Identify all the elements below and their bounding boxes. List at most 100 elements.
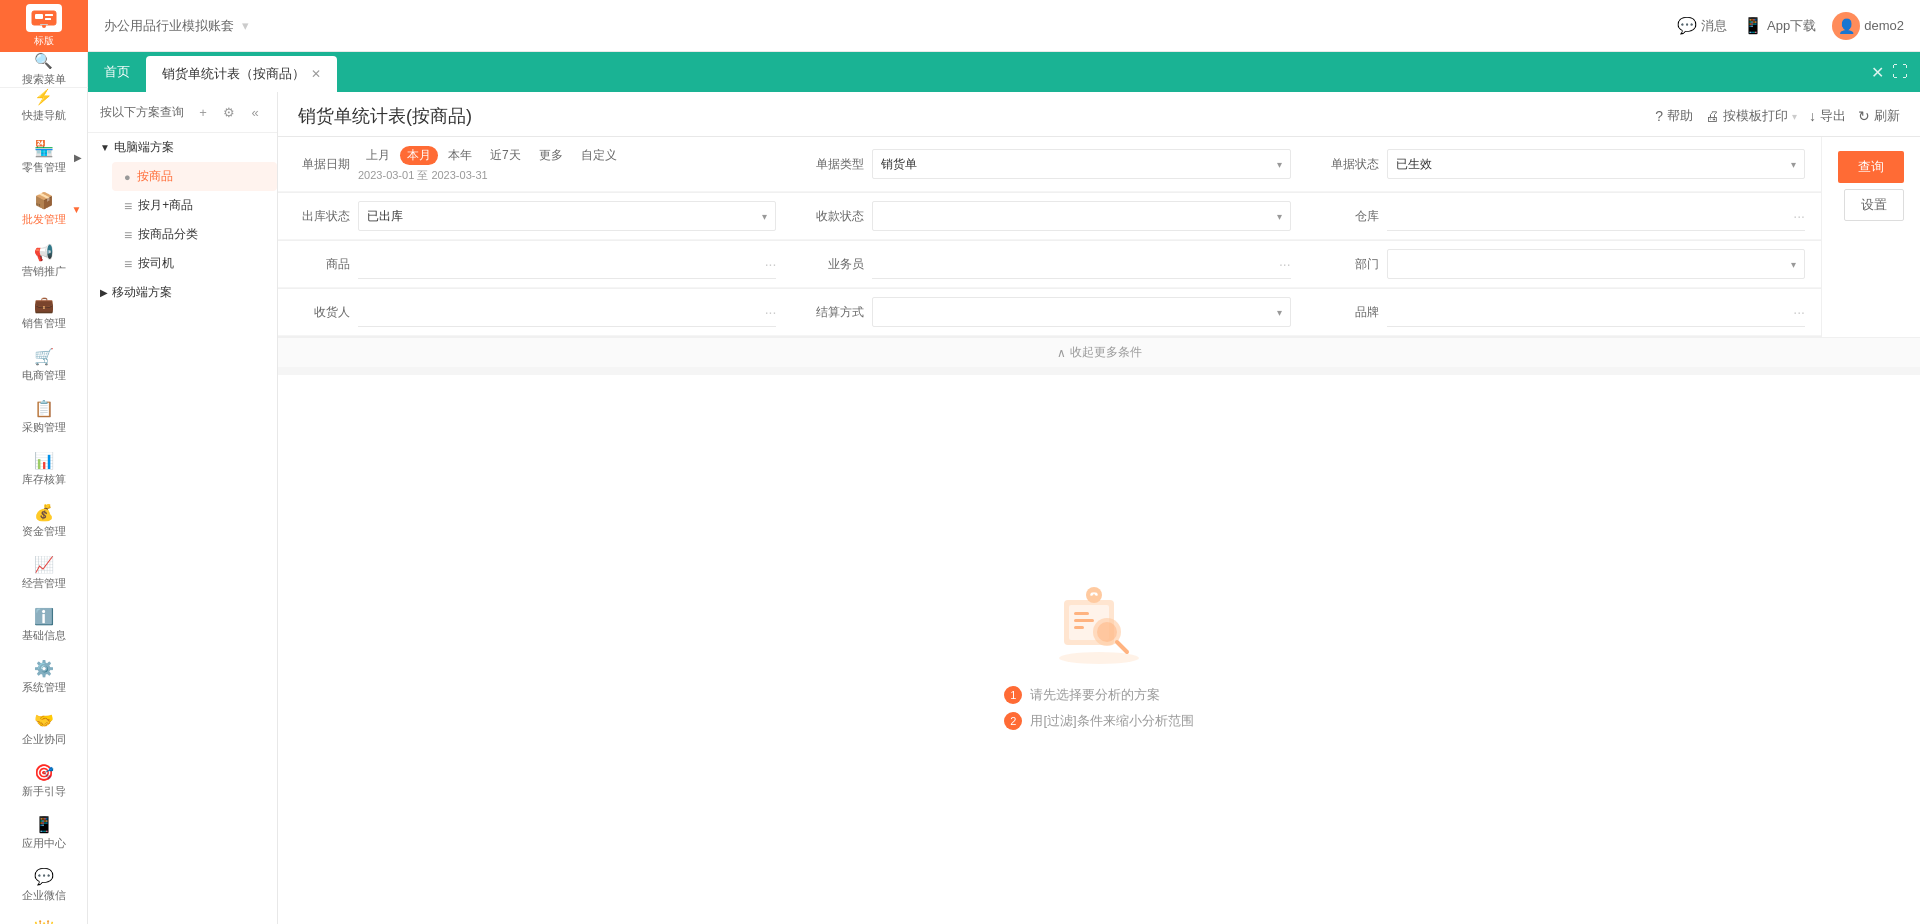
salesperson-control: ··· (872, 249, 1290, 279)
sidebar-item-sales[interactable]: 💼 销售管理 (0, 287, 88, 339)
salesperson-input[interactable]: ··· (872, 249, 1290, 279)
sidebar-item-wechat[interactable]: 💬 企业微信 (0, 859, 88, 911)
brand-dots-icon[interactable]: ··· (1793, 304, 1805, 320)
warehouse-label: 仓库 (1323, 208, 1387, 225)
add-scheme-button[interactable]: + (193, 102, 213, 122)
close-tab-icon[interactable]: ✕ (1871, 63, 1884, 82)
retail-icon: 🏪 (34, 139, 54, 158)
desktop-group-header[interactable]: ▼ 电脑端方案 (88, 133, 277, 162)
dropdown-arrow-icon[interactable]: ▾ (242, 18, 249, 33)
left-panel-actions: + ⚙ « (193, 102, 265, 122)
last-7-days-btn[interactable]: 近7天 (482, 145, 529, 166)
refresh-button[interactable]: ↻ 刷新 (1858, 107, 1900, 125)
filter-cell-consignee: 收货人 ··· (278, 289, 792, 336)
settings-button[interactable]: 设置 (1844, 189, 1904, 221)
warehouse-status-select[interactable]: 已出库 ▾ (358, 201, 776, 231)
tab-report[interactable]: 销货单统计表（按商品） ✕ (146, 56, 337, 92)
svg-rect-5 (40, 24, 48, 25)
wh-status-arrow-icon: ▾ (762, 211, 767, 222)
consignee-control: ··· (358, 297, 776, 327)
sidebar-item-wholesale[interactable]: 📦 批发管理 ▼ (0, 183, 88, 235)
tab-home[interactable]: 首页 (88, 52, 146, 92)
sidebar-item-ecommerce[interactable]: 🛒 电商管理 (0, 339, 88, 391)
warehouse-dots-icon[interactable]: ··· (1793, 208, 1805, 224)
user-menu[interactable]: 👤 demo2 (1832, 12, 1904, 40)
message-button[interactable]: 💬 消息 (1677, 16, 1727, 35)
avatar: 👤 (1832, 12, 1860, 40)
sidebar: 标版 🔍 搜索菜单 ⚡ 快捷导航 🏪 零售管理 ▶ 📦 批发管理 ▼ 📢 营销推… (0, 0, 88, 924)
brand-input[interactable]: ··· (1387, 297, 1805, 327)
department-select[interactable]: ▾ (1387, 249, 1805, 279)
doc-status-arrow-icon: ▾ (1791, 159, 1796, 170)
basic-icon: ℹ️ (34, 607, 54, 626)
sidebar-item-system[interactable]: ⚙️ 系统管理 (0, 651, 88, 703)
page-header: 销货单统计表(按商品) ? 帮助 🖨 按模板打印 ▾ ↓ 导出 (278, 92, 1920, 137)
doc-type-select[interactable]: 销货单 ▾ (872, 149, 1290, 179)
settlement-arrow-icon: ▾ (1277, 307, 1282, 318)
query-button[interactable]: 查询 (1838, 151, 1904, 183)
sidebar-item-guide[interactable]: 🎯 新手引导 (0, 755, 88, 807)
chevron-right-icon: ▶ (74, 152, 82, 163)
filter-cell-salesperson: 业务员 ··· (792, 241, 1306, 288)
sidebar-item-basic[interactable]: ℹ️ 基础信息 (0, 599, 88, 651)
sidebar-item-cooperation[interactable]: 🤝 企业协同 (0, 703, 88, 755)
app-download-button[interactable]: 📱 App下载 (1743, 16, 1816, 35)
consignee-dots-icon[interactable]: ··· (765, 304, 777, 320)
purchase-icon: 📋 (34, 399, 54, 418)
sidebar-item-app-center[interactable]: 📱 应用中心 (0, 807, 88, 859)
product-dots-icon[interactable]: ··· (765, 256, 777, 272)
sidebar-item-member[interactable]: 👑 畅会员 (0, 911, 88, 924)
svg-point-15 (1086, 587, 1102, 603)
more-btn[interactable]: 更多 (531, 145, 571, 166)
empty-tips: 1 请先选择要分析的方案 2 用[过滤]条件来缩小分析范围 (1004, 686, 1193, 730)
app-logo: 标版 (0, 0, 88, 52)
last-month-btn[interactable]: 上月 (358, 145, 398, 166)
warehouse-input[interactable]: ··· (1387, 201, 1805, 231)
consignee-input[interactable]: ··· (358, 297, 776, 327)
maximize-icon[interactable]: ⛶ (1892, 63, 1908, 81)
date-label: 单据日期 (294, 156, 358, 173)
mobile-group-header[interactable]: ▶ 移动端方案 (88, 278, 277, 307)
sidebar-item-quick-nav[interactable]: ⚡ 快捷导航 (0, 88, 88, 123)
filter-cell-department: 部门 ▾ (1307, 241, 1821, 288)
sidebar-item-marketing[interactable]: 📢 营销推广 (0, 235, 88, 287)
filter-cell-brand: 品牌 ··· (1307, 289, 1821, 336)
content-area: 按以下方案查询 + ⚙ « ▼ 电脑端方案 (88, 92, 1920, 924)
expand-arrow-icon: ▶ (100, 287, 108, 298)
sidebar-item-inventory[interactable]: 📊 库存核算 (0, 443, 88, 495)
this-year-btn[interactable]: 本年 (440, 145, 480, 166)
payment-status-select[interactable]: ▾ (872, 201, 1290, 231)
custom-btn[interactable]: 自定义 (573, 145, 625, 166)
collapse-bar[interactable]: ∧ 收起更多条件 (278, 337, 1920, 367)
filter-cell-payment-status: 收款状态 ▾ (792, 193, 1306, 240)
settlement-select[interactable]: ▾ (872, 297, 1290, 327)
sidebar-item-retail[interactable]: 🏪 零售管理 ▶ (0, 131, 88, 183)
svg-point-17 (1095, 592, 1098, 595)
scheme-settings-button[interactable]: ⚙ (219, 102, 239, 122)
wechat-icon: 💬 (34, 867, 54, 886)
tree-item-by-category[interactable]: ≡ 按商品分类 (112, 220, 277, 249)
doc-status-select[interactable]: 已生效 ▾ (1387, 149, 1805, 179)
chevron-up-icon: ∧ (1057, 346, 1066, 360)
sidebar-item-operations[interactable]: 📈 经营管理 (0, 547, 88, 599)
tree-item-by-month-product[interactable]: ≡ 按月+商品 (112, 191, 277, 220)
date-range-display: 2023-03-01 至 2023-03-31 (358, 168, 776, 183)
tree-item-by-product[interactable]: ● 按商品 (112, 162, 277, 191)
sidebar-item-search[interactable]: 🔍 搜索菜单 (0, 52, 88, 88)
filter-container: 单据日期 上月 本月 本年 近7天 更多 自定义 (278, 137, 1920, 371)
this-month-btn[interactable]: 本月 (400, 146, 438, 165)
system-icon: ⚙️ (34, 659, 54, 678)
template-print-button[interactable]: 🖨 按模板打印 ▾ (1705, 107, 1797, 125)
sidebar-item-purchase[interactable]: 📋 采购管理 (0, 391, 88, 443)
export-button[interactable]: ↓ 导出 (1809, 107, 1846, 125)
salesperson-dots-icon[interactable]: ··· (1279, 256, 1291, 272)
sidebar-item-finance[interactable]: 💰 资金管理 (0, 495, 88, 547)
tab-close-icon[interactable]: ✕ (311, 67, 321, 81)
desktop-group: ▼ 电脑端方案 ● 按商品 ≡ 按月+商品 ≡ 按商品分类 (88, 133, 277, 278)
wholesale-icon: 📦 (34, 191, 54, 210)
warehouse-status-label: 出库状态 (294, 208, 358, 225)
help-button[interactable]: ? 帮助 (1655, 107, 1693, 125)
product-input[interactable]: ··· (358, 249, 776, 279)
collapse-panel-button[interactable]: « (245, 102, 265, 122)
tree-item-by-cashier[interactable]: ≡ 按司机 (112, 249, 277, 278)
